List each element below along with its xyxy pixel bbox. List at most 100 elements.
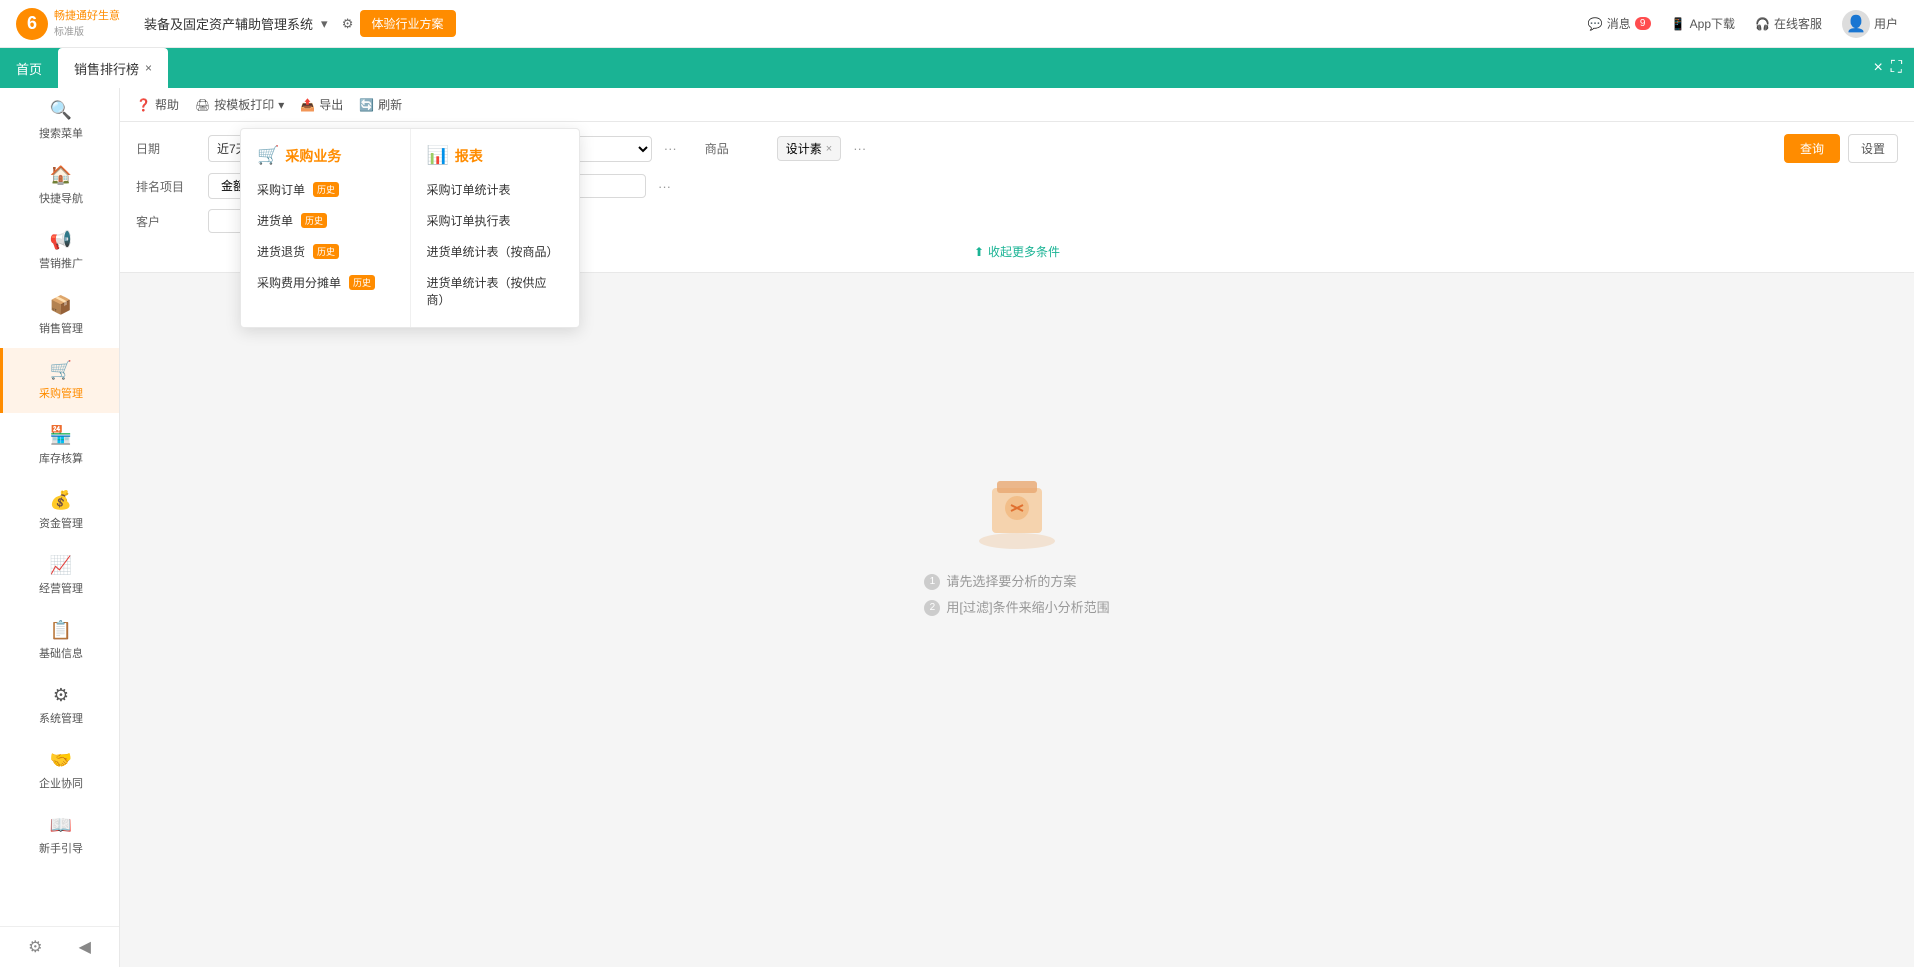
doc-status-ellipsis: ··· (664, 141, 677, 156)
system-title: 装备及固定资产辅助管理系统 (144, 14, 313, 33)
purchase-header-label: 采购业务 (285, 146, 341, 166)
collab-icon: 🤝 (50, 750, 72, 771)
content-area: ❓ 帮助 🖨 按模板打印 ▾ 📤 导出 🔄 刷新 日期 (120, 88, 1914, 967)
dropdown-item-expense[interactable]: 采购费用分摊单 历史 (241, 267, 410, 298)
expense-label: 采购费用分摊单 (257, 274, 341, 291)
finance-icon: 💰 (50, 490, 72, 511)
logo-text: 畅捷通好生意 (54, 9, 120, 23)
gear-settings-icon[interactable]: ⚙ (336, 12, 360, 36)
sidebar-item-collab-label: 企业协同 (39, 775, 83, 791)
message-badge: 9 (1635, 17, 1651, 30)
tab-home[interactable]: 首页 (0, 48, 58, 88)
collapse-btn[interactable]: ⬆ 收起更多条件 (974, 243, 1060, 260)
system-title-area: 装备及固定资产辅助管理系统 ▾ ⚙ (144, 12, 360, 36)
report-header-label: 报表 (455, 146, 483, 166)
help-icon: ❓ (136, 98, 151, 112)
dropdown-item-po[interactable]: 采购订单 历史 (241, 174, 410, 205)
online-service-label: 在线客服 (1774, 15, 1822, 32)
return-label: 进货退货 (257, 243, 305, 260)
print-btn[interactable]: 🖨 按模板打印 ▾ (195, 96, 284, 113)
collapse-up-icon: ⬆ (974, 245, 984, 259)
hint-text-2: 用[过滤]条件来缩小分析范围 (946, 595, 1109, 621)
dropdown-header-report: 📊 报表 (411, 141, 580, 174)
sidebar-item-nav[interactable]: 🏠 快捷导航 (0, 153, 119, 218)
po-exec-label: 采购订单执行表 (427, 212, 511, 229)
inventory-icon: 🏪 (50, 425, 72, 446)
user-avatar: 👤 (1842, 10, 1870, 38)
industry-btn[interactable]: 体验行业方案 (360, 10, 456, 37)
sidebar-item-system[interactable]: ⚙ 系统管理 (0, 673, 119, 738)
message-btn[interactable]: 💬 消息 9 (1588, 15, 1651, 32)
print-dropdown-icon[interactable]: ▾ (278, 98, 284, 112)
user-btn[interactable]: 👤 用户 (1842, 10, 1898, 38)
receipt-stat-product-label: 进货单统计表（按商品） (427, 243, 559, 260)
dropdown-item-receipt-stat-supplier[interactable]: 进货单统计表（按供应商） (411, 267, 580, 315)
sidebar-item-nav-label: 快捷导航 (39, 190, 83, 206)
sidebar-item-basic-label: 基础信息 (39, 645, 83, 661)
system-dropdown-btn[interactable]: ▾ (321, 16, 328, 32)
dropdown-item-po-stat[interactable]: 采购订单统计表 (411, 174, 580, 205)
tab-close-icon[interactable]: × (145, 61, 152, 75)
sidebar-item-finance[interactable]: 💰 资金管理 (0, 478, 119, 543)
tab-expand-icon[interactable]: ⛶ (1891, 59, 1902, 77)
message-label: 消息 (1607, 15, 1631, 32)
sidebar-item-marketing[interactable]: 📢 营销推广 (0, 218, 119, 283)
home-icon: 🏠 (50, 165, 72, 186)
refresh-btn[interactable]: 🔄 刷新 (359, 96, 402, 113)
sidebar: 🔍 搜索菜单 🏠 快捷导航 📢 营销推广 📦 销售管理 🛒 采购管理 🏪 库存核… (0, 88, 120, 967)
sidebar-item-inventory[interactable]: 🏪 库存核算 (0, 413, 119, 478)
filter-actions: 查询 设置 (1784, 134, 1898, 163)
app-download-label: App下载 (1690, 15, 1735, 32)
setting-btn[interactable]: 设置 (1848, 134, 1898, 163)
sidebar-item-purchase[interactable]: 🛒 采购管理 (0, 348, 119, 413)
user-name: 用户 (1874, 15, 1898, 32)
logo-sub: 标准版 (54, 23, 120, 38)
logo-area: 6 畅捷通好生意 标准版 (16, 8, 136, 40)
dropdown-menu: 🛒 采购业务 采购订单 历史 进货单 历史 进货退货 历史 采购费用分摊单 (240, 128, 580, 328)
hint-num-1: 1 (924, 574, 940, 590)
system-icon: ⚙ (53, 685, 69, 706)
product-tag[interactable]: 设计素 × (777, 136, 841, 161)
logo-icon: 6 (16, 8, 48, 40)
dropdown-item-po-exec[interactable]: 采购订单执行表 (411, 205, 580, 236)
search-icon: 🔍 (50, 100, 72, 121)
purchase-icon: 🛒 (50, 360, 72, 381)
sidebar-item-search[interactable]: 🔍 搜索菜单 (0, 88, 119, 153)
sidebar-item-basic[interactable]: 📋 基础信息 (0, 608, 119, 673)
customer-label: 客户 (136, 213, 196, 230)
empty-state: 1 请先选择要分析的方案 2 用[过滤]条件来缩小分析范围 (120, 273, 1914, 800)
sidebar-item-guide[interactable]: 📖 新手引导 (0, 803, 119, 868)
receipt-stat-supplier-label: 进货单统计表（按供应商） (427, 274, 564, 308)
dropdown-item-receipt[interactable]: 进货单 历史 (241, 205, 410, 236)
tab-close-all-icon[interactable]: × (1873, 59, 1882, 77)
sidebar-item-operation[interactable]: 📈 经营管理 (0, 543, 119, 608)
dropdown-col-purchase: 🛒 采购业务 采购订单 历史 进货单 历史 进货退货 历史 采购费用分摊单 (241, 129, 411, 327)
app-download-btn[interactable]: 📱 App下载 (1671, 15, 1735, 32)
sidebar-settings-icon[interactable]: ⚙ (28, 937, 42, 957)
tab-bar-right: × ⛶ (1873, 59, 1914, 77)
receipt-label: 进货单 (257, 212, 293, 229)
expense-history-badge: 历史 (349, 275, 375, 290)
dropdown-item-return[interactable]: 进货退货 历史 (241, 236, 410, 267)
dropdown-item-receipt-stat-product[interactable]: 进货单统计表（按商品） (411, 236, 580, 267)
sidebar-item-finance-label: 资金管理 (39, 515, 83, 531)
sidebar-bottom: ⚙ ◀ (0, 926, 119, 967)
sidebar-collapse-icon[interactable]: ◀ (79, 937, 91, 957)
sidebar-item-inventory-label: 库存核算 (39, 450, 83, 466)
product-tag-close[interactable]: × (826, 143, 832, 155)
sidebar-item-sales[interactable]: 📦 销售管理 (0, 283, 119, 348)
sidebar-item-purchase-label: 采购管理 (39, 385, 83, 401)
refresh-icon: 🔄 (359, 98, 374, 112)
sidebar-item-collab[interactable]: 🤝 企业协同 (0, 738, 119, 803)
purchase-header-icon: 🛒 (257, 145, 279, 166)
export-btn[interactable]: 📤 导出 (300, 96, 343, 113)
online-service-btn[interactable]: 🎧 在线客服 (1755, 15, 1822, 32)
return-history-badge: 历史 (313, 244, 339, 259)
po-label: 采购订单 (257, 181, 305, 198)
tab-sales-ranking[interactable]: 销售排行榜 × (58, 48, 168, 88)
query-btn[interactable]: 查询 (1784, 134, 1840, 163)
print-icon: 🖨 (195, 98, 210, 112)
help-btn[interactable]: ❓ 帮助 (136, 96, 179, 113)
tab-home-label: 首页 (16, 59, 42, 78)
dropdown-header-purchase: 🛒 采购业务 (241, 141, 410, 174)
